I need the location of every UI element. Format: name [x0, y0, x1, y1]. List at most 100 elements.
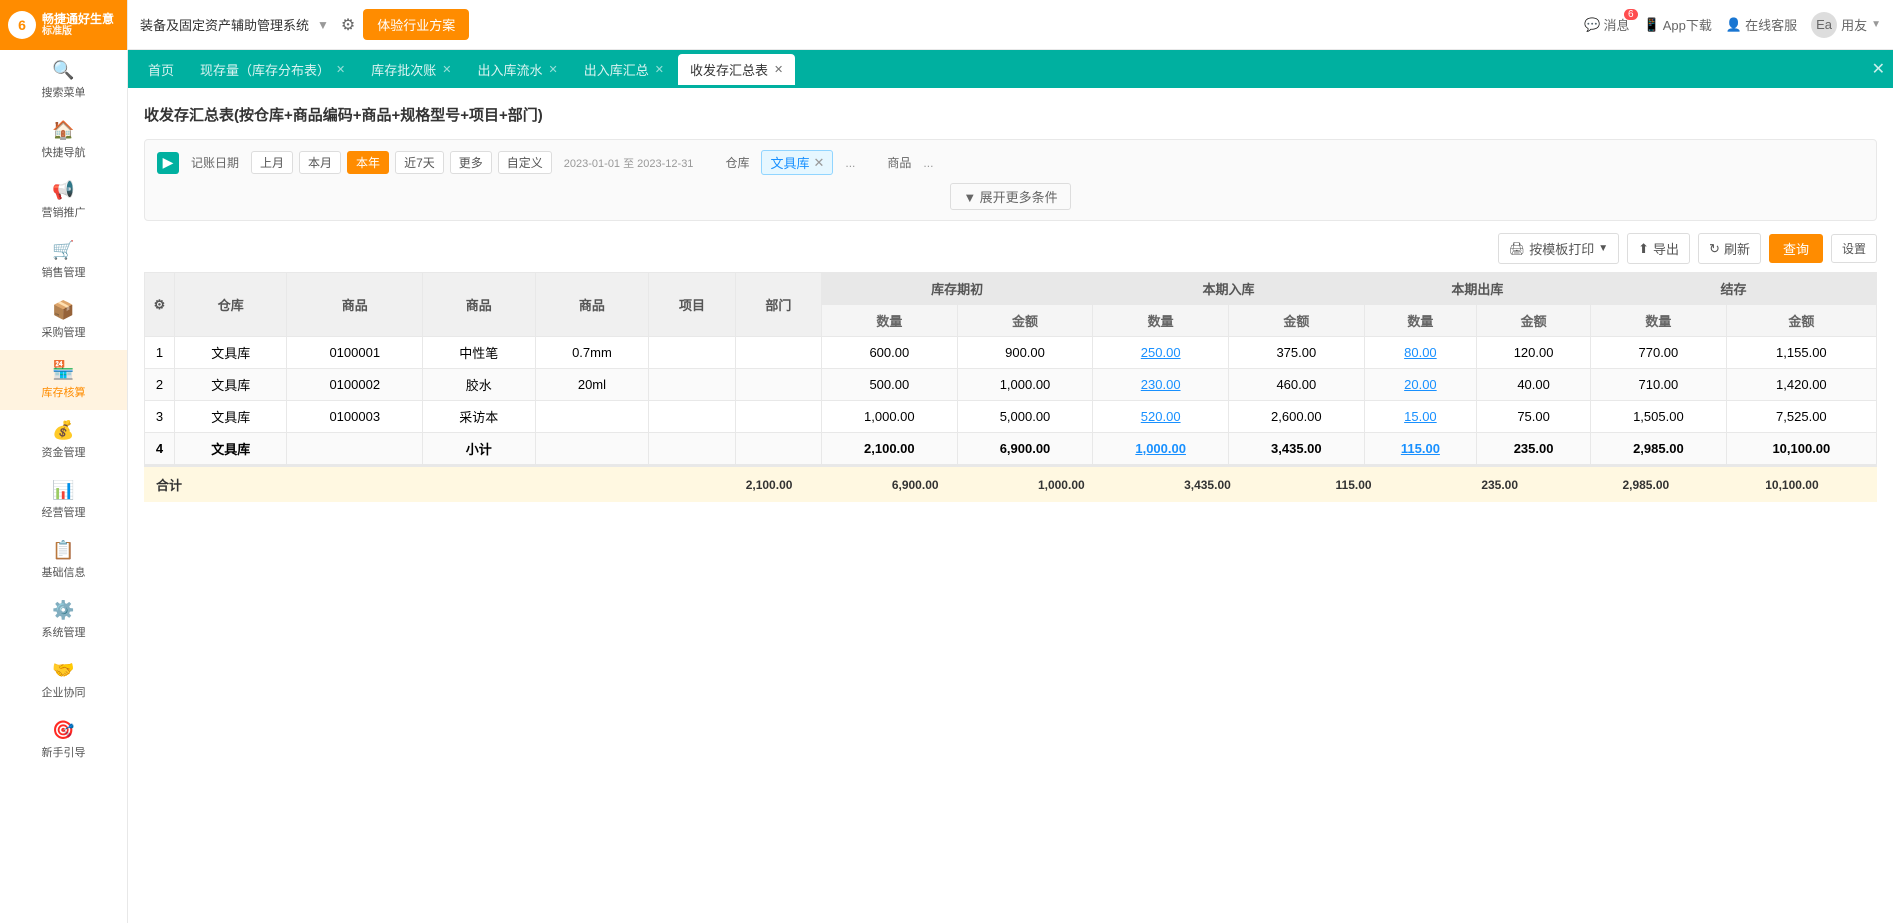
print-button[interactable]: 🖨 按模板打印 ▼	[1498, 233, 1619, 264]
col-in-qty: 数量	[1093, 305, 1229, 337]
sidebar-item-quicknav[interactable]: 🏠 快捷导航	[0, 110, 127, 170]
tab-home[interactable]: 首页	[136, 54, 186, 85]
row-out-qty[interactable]: 115.00	[1364, 433, 1476, 465]
footer-open-qty: 2,100.00	[696, 478, 842, 492]
row-warehouse: 文具库	[175, 337, 287, 369]
settings-icon[interactable]: ⚙	[341, 15, 355, 35]
row-open-qty: 500.00	[821, 369, 957, 401]
row-open-qty: 600.00	[821, 337, 957, 369]
sidebar-item-finance[interactable]: 💰 资金管理	[0, 410, 127, 470]
tabbar-close-button[interactable]: ✕	[1872, 59, 1885, 79]
col-spec-header: 商品	[535, 273, 649, 337]
row-dept	[735, 433, 821, 465]
sidebar-item-purchase[interactable]: 📦 采购管理	[0, 290, 127, 350]
tab-batch[interactable]: 库存批次账 ✕	[359, 54, 463, 85]
footer-values: 2,100.00 6,900.00 1,000.00 3,435.00 115.…	[696, 478, 1865, 492]
page-title: 收发存汇总表(按仓库+商品编码+商品+规格型号+项目+部门)	[144, 104, 1877, 125]
export-button[interactable]: ⬆ 导出	[1627, 233, 1690, 264]
warehouse-more[interactable]: ...	[845, 156, 855, 170]
tab-close-recv-send[interactable]: ✕	[774, 63, 783, 76]
row-no: 4	[145, 433, 175, 465]
warehouse-tag-close[interactable]: ✕	[813, 155, 824, 171]
table-row: 4文具库小计2,100.006,900.001,000.003,435.0011…	[145, 433, 1877, 465]
row-spec	[535, 401, 649, 433]
sidebar-item-inventory[interactable]: 🏪 库存核算	[0, 350, 127, 410]
expand-more-row: ▼ 展开更多条件	[157, 183, 1864, 210]
sidebar-item-guide[interactable]: 🎯 新手引导	[0, 710, 127, 770]
finance-icon: 💰	[52, 420, 74, 441]
row-out-qty[interactable]: 80.00	[1364, 337, 1476, 369]
warehouse-tag: 文具库 ✕	[761, 150, 833, 175]
filter-bar: ▶ 记账日期 上月 本月 本年 近7天 更多 自定义 2023-01-01 至 …	[144, 139, 1877, 221]
col-project-header: 项目	[649, 273, 735, 337]
app-download-action[interactable]: 📱 App下载	[1644, 15, 1712, 34]
tab-close-inout-flow[interactable]: ✕	[549, 63, 558, 76]
row-bal-qty: 710.00	[1591, 369, 1727, 401]
filter-date-this-year[interactable]: 本年	[347, 151, 389, 174]
sidebar-item-marketing[interactable]: 📢 营销推广	[0, 170, 127, 230]
marketing-icon: 📢	[52, 180, 74, 201]
filter-date-this-month[interactable]: 本月	[299, 151, 341, 174]
row-out-amt: 75.00	[1477, 401, 1591, 433]
filter-date-7days[interactable]: 近7天	[395, 151, 444, 174]
col-bal-amt: 金额	[1726, 305, 1876, 337]
operations-icon: 📊	[52, 480, 74, 501]
sidebar-item-system[interactable]: ⚙️ 系统管理	[0, 590, 127, 650]
refresh-icon: ↻	[1709, 241, 1720, 257]
tab-stock-dist[interactable]: 现存量（库存分布表） ✕	[188, 54, 357, 85]
sidebar-item-operations[interactable]: 📊 经营管理	[0, 470, 127, 530]
tab-inout-flow[interactable]: 出入库流水 ✕	[465, 54, 569, 85]
sidebar-item-enterprise[interactable]: 🤝 企业协同	[0, 650, 127, 710]
row-in-amt: 2,600.00	[1229, 401, 1365, 433]
refresh-button[interactable]: ↻ 刷新	[1698, 233, 1761, 264]
table-settings-button[interactable]: 设置	[1831, 234, 1877, 263]
row-project	[649, 369, 735, 401]
dropdown-icon: ▼	[317, 18, 329, 32]
row-out-qty[interactable]: 20.00	[1364, 369, 1476, 401]
goods-more[interactable]: ...	[923, 156, 933, 170]
message-action[interactable]: 💬 消息 6	[1584, 15, 1629, 34]
filter-date-prev-month[interactable]: 上月	[251, 151, 293, 174]
row-warehouse: 文具库	[175, 401, 287, 433]
row-open-qty: 2,100.00	[821, 433, 957, 465]
row-code: 0100002	[287, 369, 423, 401]
filter-date-custom[interactable]: 自定义	[498, 151, 552, 174]
col-name-header: 商品	[423, 273, 535, 337]
search-icon: 🔍	[52, 60, 74, 81]
row-name: 胶水	[423, 369, 535, 401]
tab-close-batch[interactable]: ✕	[442, 63, 451, 76]
row-out-amt: 40.00	[1477, 369, 1591, 401]
filter-date-more[interactable]: 更多	[450, 151, 492, 174]
row-spec	[535, 433, 649, 465]
row-no: 3	[145, 401, 175, 433]
sidebar-item-basic[interactable]: 📋 基础信息	[0, 530, 127, 590]
filter-row: ▶ 记账日期 上月 本月 本年 近7天 更多 自定义 2023-01-01 至 …	[157, 150, 1864, 175]
online-service-action[interactable]: 👤 在线客服	[1726, 15, 1797, 34]
col-warehouse-header: 仓库	[175, 273, 287, 337]
sidebar-item-sales[interactable]: 🛒 销售管理	[0, 230, 127, 290]
row-bal-qty: 2,985.00	[1591, 433, 1727, 465]
footer-bal-amt: 10,100.00	[1719, 478, 1865, 492]
avatar: Ea	[1811, 12, 1837, 38]
filter-expand-button[interactable]: ▶	[157, 152, 179, 174]
tab-close-stock-dist[interactable]: ✕	[336, 63, 345, 76]
expand-more-button[interactable]: ▼ 展开更多条件	[950, 183, 1070, 210]
row-code: 0100001	[287, 337, 423, 369]
row-in-qty[interactable]: 520.00	[1093, 401, 1229, 433]
tab-close-inout-summary[interactable]: ✕	[655, 63, 664, 76]
row-in-qty[interactable]: 230.00	[1093, 369, 1229, 401]
main-area: 装备及固定资产辅助管理系统 ▼ ⚙ 体验行业方案 💬 消息 6 📱 App下载 …	[128, 0, 1893, 923]
phone-icon: 📱	[1644, 17, 1660, 33]
col-bal-qty: 数量	[1591, 305, 1727, 337]
tab-inout-summary[interactable]: 出入库汇总 ✕	[572, 54, 676, 85]
sidebar-item-search[interactable]: 🔍 搜索菜单	[0, 50, 127, 110]
user-menu[interactable]: Ea 用友 ▼	[1811, 12, 1881, 38]
row-in-qty[interactable]: 1,000.00	[1093, 433, 1229, 465]
trial-button[interactable]: 体验行业方案	[363, 9, 469, 40]
tab-recv-send[interactable]: 收发存汇总表 ✕	[678, 54, 795, 85]
query-button[interactable]: 查询	[1769, 234, 1823, 263]
col-out-amt: 金额	[1477, 305, 1591, 337]
row-in-qty[interactable]: 250.00	[1093, 337, 1229, 369]
row-warehouse: 文具库	[175, 433, 287, 465]
row-out-qty[interactable]: 15.00	[1364, 401, 1476, 433]
